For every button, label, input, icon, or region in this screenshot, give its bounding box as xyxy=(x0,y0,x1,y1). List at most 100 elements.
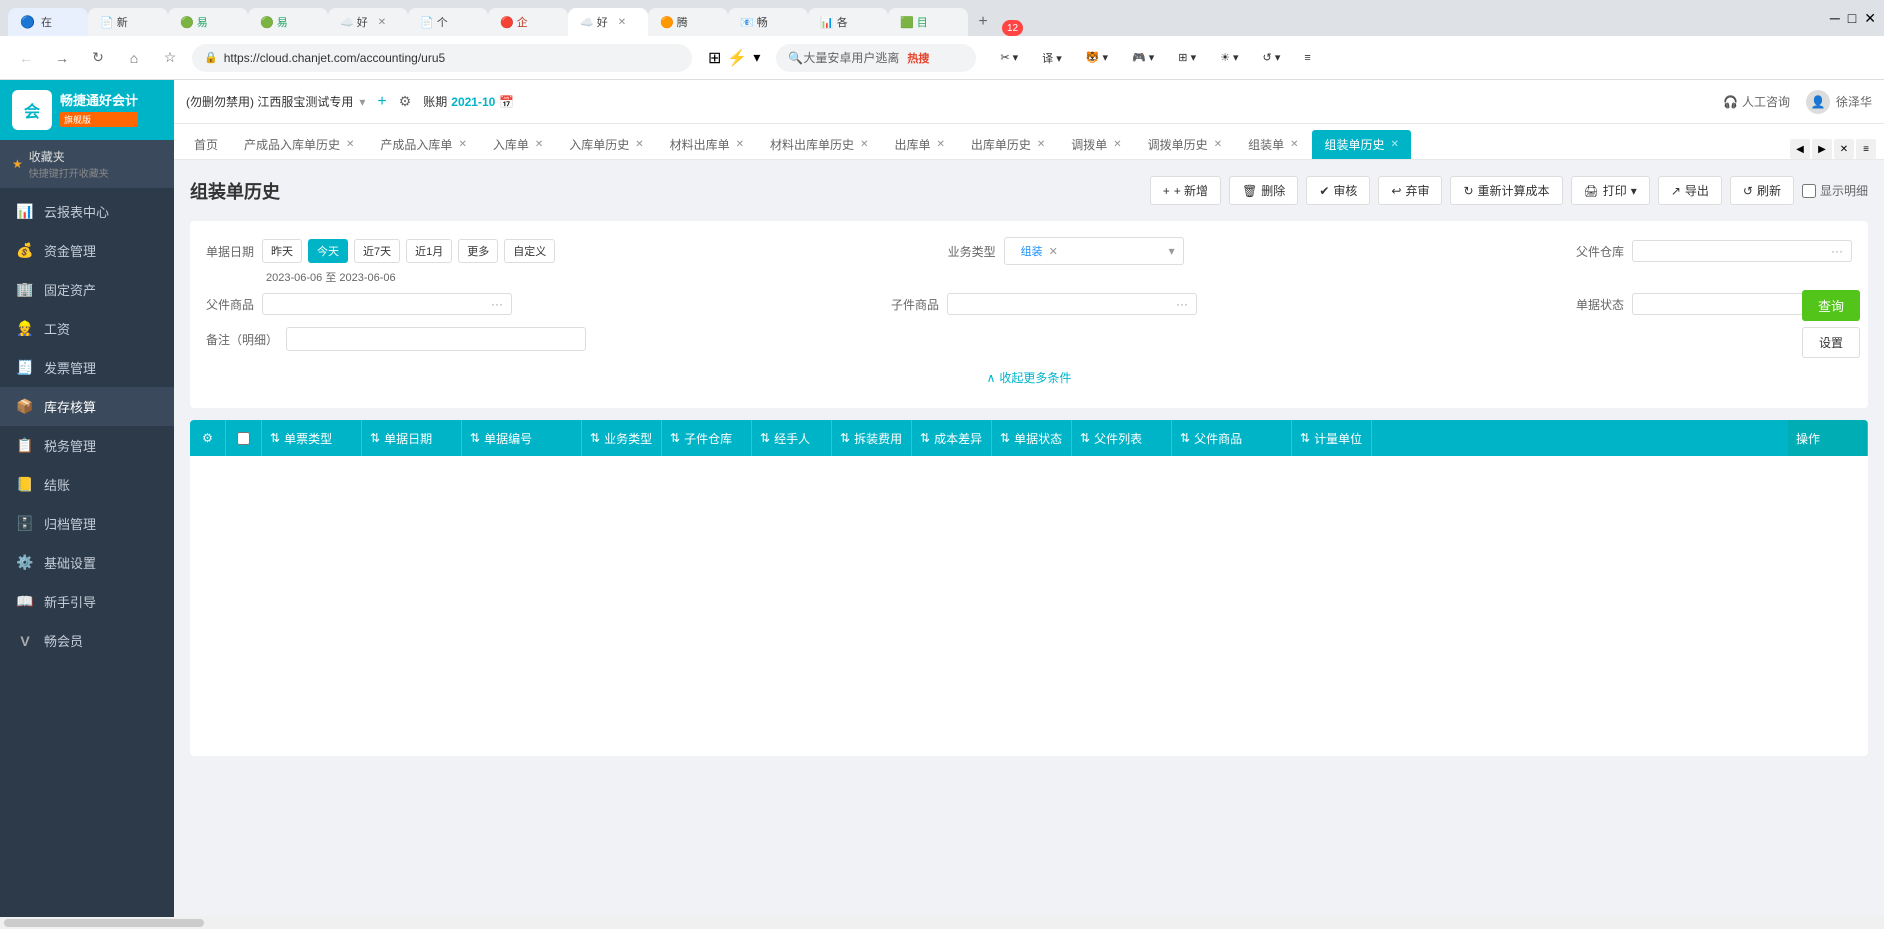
maximize-button[interactable]: □ xyxy=(1848,10,1856,27)
tab-product-in[interactable]: 产成品入库单 ✕ xyxy=(368,130,478,159)
browser-tab-10[interactable]: 📧 畅 xyxy=(728,8,808,36)
sub-goods-dots[interactable]: ··· xyxy=(1176,297,1188,311)
audit-button[interactable]: ✔ 审核 xyxy=(1306,176,1370,205)
table-col-disassemble[interactable]: ⇅ 拆装费用 xyxy=(832,420,912,456)
tab-close-icon[interactable]: ✕ xyxy=(346,139,354,150)
home-button[interactable]: ⌂ xyxy=(120,44,148,72)
table-col-date[interactable]: ⇅ 单据日期 xyxy=(362,420,462,456)
add-button[interactable]: + + 新增 xyxy=(1150,176,1221,205)
dropdown-icon[interactable]: ▾ xyxy=(753,49,760,66)
recalculate-button[interactable]: ↻ 重新计算成本 xyxy=(1450,176,1562,205)
table-col-warehouse[interactable]: ⇅ 子件仓库 xyxy=(662,420,752,456)
tab-transfer-history[interactable]: 调拨单历史 ✕ xyxy=(1136,130,1234,159)
sidebar-item-guide[interactable]: 📖 新手引导 xyxy=(0,582,174,621)
sidebar-item-settings[interactable]: ⚙️ 基础设置 xyxy=(0,543,174,582)
browser-tab-2[interactable]: 📄 新 xyxy=(88,8,168,36)
tab-in[interactable]: 入库单 ✕ xyxy=(481,130,555,159)
print-dropdown[interactable]: ▾ xyxy=(1631,184,1637,198)
sidebar-item-invoice[interactable]: 🧾 发票管理 xyxy=(0,348,174,387)
lightning-icon[interactable]: ⚡ xyxy=(727,48,747,68)
browser-tab-6[interactable]: 📄 个 xyxy=(408,8,488,36)
sub-goods-selector[interactable]: ··· xyxy=(947,293,1197,315)
tab-assemble[interactable]: 组装单 ✕ xyxy=(1236,130,1310,159)
new-tab-button[interactable]: + xyxy=(968,8,998,36)
apps-action[interactable]: ⊞ ▾ xyxy=(1170,48,1204,67)
sidebar-item-tax[interactable]: 📋 税务管理 xyxy=(0,426,174,465)
tab-close-icon[interactable]: ✕ xyxy=(1037,139,1045,150)
tab-close-icon[interactable]: ✕ xyxy=(635,139,643,150)
table-col-parent-list[interactable]: ⇅ 父件列表 xyxy=(1072,420,1172,456)
table-col-type[interactable]: ⇅ 单票类型 xyxy=(262,420,362,456)
tab-close-icon[interactable]: ✕ xyxy=(458,139,466,150)
print-button[interactable]: 🖨 打印 ▾ xyxy=(1571,176,1650,205)
browser-tab-5[interactable]: ☁️ 好 ✕ xyxy=(328,8,408,36)
biz-type-remove[interactable]: ✕ xyxy=(1049,245,1058,258)
horizontal-scrollbar[interactable] xyxy=(0,917,1884,929)
tab-left-arrow[interactable]: ◀ xyxy=(1790,139,1810,159)
table-col-unit[interactable]: ⇅ 计量单位 xyxy=(1292,420,1372,456)
tab-material-out-history[interactable]: 材料出库单历史 ✕ xyxy=(758,130,880,159)
display-toggle[interactable]: 显示明细 xyxy=(1802,182,1868,199)
topbar-settings-icon[interactable]: ⚙ xyxy=(399,93,412,110)
consult-btn[interactable]: 🎧 人工咨询 xyxy=(1723,93,1790,110)
filter-remark-input[interactable] xyxy=(286,327,586,351)
parent-warehouse-dots[interactable]: ··· xyxy=(1831,244,1843,258)
browser-tab-11[interactable]: 📊 各 xyxy=(808,8,888,36)
close-button[interactable]: ✕ xyxy=(1864,10,1876,27)
browser-tab-7[interactable]: 🔴 企 xyxy=(488,8,568,36)
company-selector[interactable]: (勿删勿禁用) 江西服宝测试专用 ▾ xyxy=(186,93,365,110)
parent-goods-selector[interactable]: ··· xyxy=(262,293,512,315)
tab-close-icon[interactable]: ✕ xyxy=(535,139,543,150)
grid-icon[interactable]: ⊞ xyxy=(708,48,721,68)
sidebar-item-reports[interactable]: 📊 云报表中心 xyxy=(0,192,174,231)
table-col-cost-diff[interactable]: ⇅ 成本差异 xyxy=(912,420,992,456)
tab-home[interactable]: 首页 xyxy=(182,130,230,159)
address-bar[interactable]: 🔒 https://cloud.chanjet.com/accounting/u… xyxy=(192,44,692,72)
parent-warehouse-selector[interactable]: ··· xyxy=(1632,240,1852,262)
browser-tab-12[interactable]: 🟩 目 xyxy=(888,8,968,36)
minimize-button[interactable]: ─ xyxy=(1830,10,1840,27)
tab-material-out[interactable]: 材料出库单 ✕ xyxy=(658,130,756,159)
date-btn-today[interactable]: 今天 xyxy=(308,239,348,263)
table-col-biz[interactable]: ⇅ 业务类型 xyxy=(582,420,662,456)
date-btn-7days[interactable]: 近7天 xyxy=(354,239,400,263)
tab-menu[interactable]: ≡ xyxy=(1856,139,1876,159)
table-col-parent-goods[interactable]: ⇅ 父件商品 xyxy=(1172,420,1292,456)
date-btn-more[interactable]: 更多 xyxy=(458,239,498,263)
emoji-action[interactable]: 🐯 ▾ xyxy=(1078,48,1116,67)
delete-button[interactable]: 🗑 删除 xyxy=(1229,176,1298,205)
reload-button[interactable]: ↻ xyxy=(84,44,112,72)
table-col-handler[interactable]: ⇅ 经手人 xyxy=(752,420,832,456)
tab-out[interactable]: 出库单 ✕ xyxy=(882,130,956,159)
sidebar-item-member[interactable]: V 畅会员 xyxy=(0,621,174,660)
table-col-no[interactable]: ⇅ 单据编号 xyxy=(462,420,582,456)
tab-close-icon[interactable]: ✕ xyxy=(736,139,744,150)
tab-close-icon[interactable]: ✕ xyxy=(936,139,944,150)
export-button[interactable]: ↗ 导出 xyxy=(1658,176,1722,205)
forward-button[interactable]: → xyxy=(48,44,76,72)
browser-tab-3[interactable]: 🟢 易 xyxy=(168,8,248,36)
query-button[interactable]: 查询 xyxy=(1802,290,1860,321)
topbar-add-icon[interactable]: + xyxy=(377,93,386,111)
tab-in-history[interactable]: 入库单历史 ✕ xyxy=(557,130,655,159)
brightness-action[interactable]: ☀ ▾ xyxy=(1212,48,1246,67)
tab-close-8[interactable]: ✕ xyxy=(618,17,626,28)
sub-goods-input[interactable] xyxy=(956,297,1172,311)
sidebar-item-assets[interactable]: 🏢 固定资产 xyxy=(0,270,174,309)
browser-tab-1[interactable]: 🔵 在 xyxy=(8,8,88,36)
sidebar-item-close[interactable]: 📒 结账 xyxy=(0,465,174,504)
game-action[interactable]: 🎮 ▾ xyxy=(1124,48,1162,67)
sidebar-item-inventory[interactable]: 📦 库存核算 xyxy=(0,387,174,426)
tab-close-5[interactable]: ✕ xyxy=(378,17,386,28)
table-settings-col[interactable]: ⚙ xyxy=(190,420,226,456)
browser-tab-4[interactable]: 🟢 易 xyxy=(248,8,328,36)
date-btn-custom[interactable]: 自定义 xyxy=(504,239,555,263)
tab-product-in-history[interactable]: 产成品入库单历史 ✕ xyxy=(232,130,366,159)
tab-assemble-history[interactable]: 组装单历史 ✕ xyxy=(1312,130,1410,159)
user-info[interactable]: 👤 徐泽华 xyxy=(1806,90,1872,114)
tab-close-icon[interactable]: ✕ xyxy=(1391,139,1399,150)
browser-tab-9[interactable]: 🟠 腾 xyxy=(648,8,728,36)
table-select-all[interactable] xyxy=(237,432,250,445)
back-button[interactable]: ← xyxy=(12,44,40,72)
period-info[interactable]: 账期 2021-10 📅 xyxy=(423,93,514,110)
